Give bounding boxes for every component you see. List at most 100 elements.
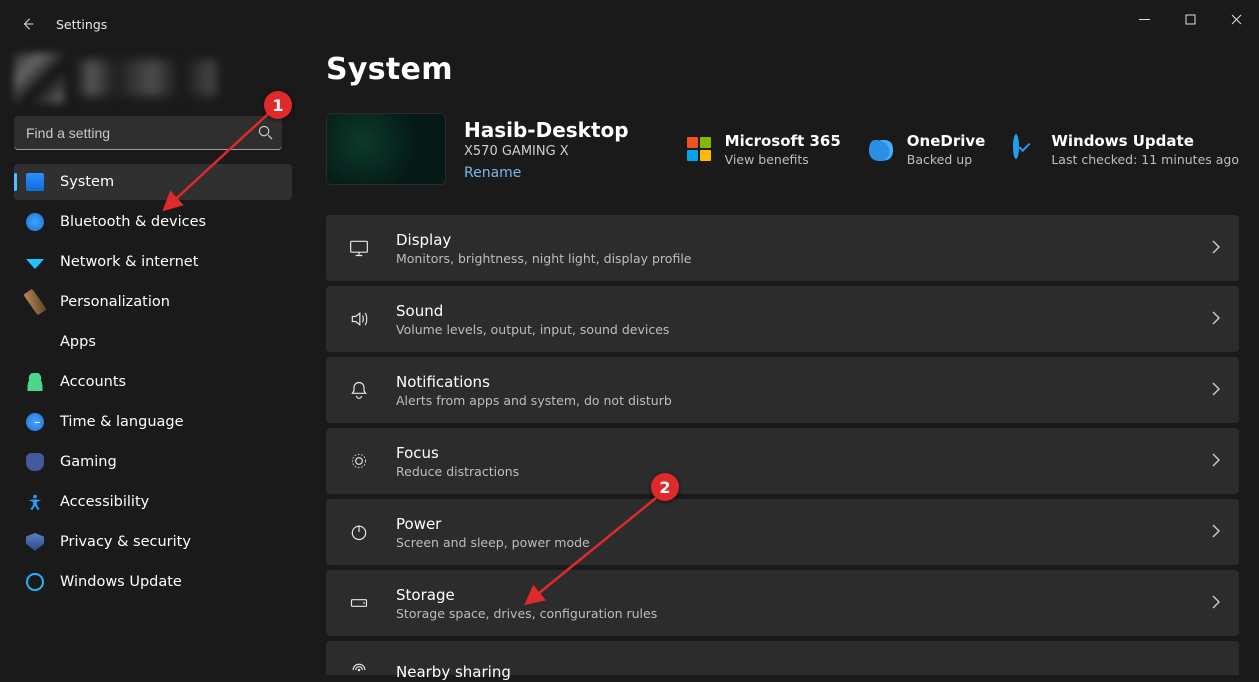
search-input[interactable] [14, 125, 248, 141]
sidebar-item-label: Windows Update [60, 574, 182, 590]
sidebar-item-bluetooth[interactable]: Bluetooth & devices [14, 204, 292, 240]
settings-item-notifications[interactable]: Notifications Alerts from apps and syste… [326, 357, 1239, 423]
minimize-button[interactable] [1121, 0, 1167, 38]
settings-item-focus[interactable]: Focus Reduce distractions [326, 428, 1239, 494]
status-title: Microsoft 365 [725, 132, 841, 150]
sidebar-item-label: Accounts [60, 374, 126, 390]
settings-item-title: Storage [396, 586, 657, 604]
sidebar-item-label: Privacy & security [60, 534, 191, 550]
user-name-blurred [76, 60, 216, 96]
user-profile[interactable] [14, 48, 296, 108]
minimize-icon [1139, 14, 1150, 25]
status-title: OneDrive [907, 132, 986, 150]
onedrive-icon [869, 137, 893, 161]
status-onedrive[interactable]: OneDrive Backed up [869, 132, 986, 167]
chevron-right-icon [1211, 452, 1221, 471]
settings-item-desc: Volume levels, output, input, sound devi… [396, 322, 669, 337]
settings-item-storage[interactable]: Storage Storage space, drives, configura… [326, 570, 1239, 636]
rename-link[interactable]: Rename [464, 165, 521, 181]
search-box[interactable] [14, 116, 282, 150]
desktop-wallpaper-thumbnail [326, 113, 446, 185]
sidebar-item-label: Accessibility [60, 494, 149, 510]
power-icon [348, 521, 370, 543]
status-windows-update[interactable]: Windows Update Last checked: 11 minutes … [1013, 132, 1239, 167]
device-name: Hasib-Desktop [464, 118, 629, 142]
settings-item-title: Nearby sharing [396, 663, 511, 681]
sidebar-item-privacy[interactable]: Privacy & security [14, 524, 292, 560]
shield-icon [26, 533, 44, 551]
maximize-button[interactable] [1167, 0, 1213, 38]
device-meta: Hasib-Desktop X570 GAMING X Rename [464, 118, 629, 181]
main-content: System Hasib-Desktop X570 GAMING X Renam… [326, 52, 1239, 682]
title-bar: Settings [0, 0, 1259, 48]
sidebar-item-label: Time & language [60, 414, 184, 430]
apps-icon [26, 333, 44, 351]
sidebar-item-network[interactable]: Network & internet [14, 244, 292, 280]
sidebar-item-accessibility[interactable]: Accessibility [14, 484, 292, 520]
sidebar-item-label: Gaming [60, 454, 117, 470]
chevron-right-icon [1211, 523, 1221, 542]
sidebar-item-personalization[interactable]: Personalization [14, 284, 292, 320]
bluetooth-icon [26, 213, 44, 231]
settings-item-title: Display [396, 231, 691, 249]
update-icon [26, 573, 44, 591]
clock-icon [26, 413, 44, 431]
system-icon [26, 173, 44, 191]
game-controller-icon [26, 453, 44, 471]
chevron-right-icon [1211, 381, 1221, 400]
sound-icon [348, 308, 370, 330]
sidebar-item-label: Apps [60, 334, 96, 350]
close-icon [1231, 14, 1242, 25]
status-desc: Last checked: 11 minutes ago [1051, 152, 1239, 167]
sidebar: System Bluetooth & devices Network & int… [0, 48, 300, 682]
search-icon [258, 125, 273, 140]
sidebar-item-update[interactable]: Windows Update [14, 564, 292, 600]
settings-item-desc: Monitors, brightness, night light, displ… [396, 251, 691, 266]
back-button[interactable] [18, 14, 38, 34]
window-controls [1121, 0, 1259, 38]
sidebar-item-time[interactable]: Time & language [14, 404, 292, 440]
nearby-sharing-icon [348, 659, 370, 681]
microsoft-365-icon [687, 137, 711, 161]
device-model: X570 GAMING X [464, 144, 629, 159]
settings-item-desc: Screen and sleep, power mode [396, 535, 590, 550]
system-header-row: Hasib-Desktop X570 GAMING X Rename Micro… [326, 113, 1239, 185]
device-info[interactable]: Hasib-Desktop X570 GAMING X Rename [326, 113, 629, 185]
sidebar-item-label: Network & internet [60, 254, 198, 270]
chevron-right-icon [1211, 594, 1221, 613]
settings-item-power[interactable]: Power Screen and sleep, power mode [326, 499, 1239, 565]
brush-icon [23, 289, 46, 316]
window-title: Settings [56, 17, 107, 32]
status-m365[interactable]: Microsoft 365 View benefits [687, 132, 841, 167]
sidebar-item-accounts[interactable]: Accounts [14, 364, 292, 400]
settings-item-title: Sound [396, 302, 669, 320]
settings-item-nearby-sharing[interactable]: Nearby sharing [326, 641, 1239, 675]
settings-list: Display Monitors, brightness, night ligh… [326, 215, 1239, 675]
settings-item-sound[interactable]: Sound Volume levels, output, input, soun… [326, 286, 1239, 352]
page-title: System [326, 52, 1239, 87]
maximize-icon [1185, 14, 1196, 25]
search-button[interactable] [248, 116, 282, 150]
sidebar-item-apps[interactable]: Apps [14, 324, 292, 360]
chevron-right-icon [1211, 239, 1221, 258]
accessibility-icon [26, 493, 44, 511]
bell-icon [348, 379, 370, 401]
wifi-icon [26, 253, 44, 271]
display-icon [348, 237, 370, 259]
settings-item-desc: Alerts from apps and system, do not dist… [396, 393, 672, 408]
close-button[interactable] [1213, 0, 1259, 38]
status-title: Windows Update [1051, 132, 1239, 150]
chevron-right-icon [1211, 310, 1221, 329]
sidebar-item-label: System [60, 174, 114, 190]
arrow-left-icon [21, 17, 35, 31]
status-desc: View benefits [725, 152, 841, 167]
windows-update-icon [1013, 137, 1037, 161]
settings-item-title: Focus [396, 444, 519, 462]
sidebar-item-label: Bluetooth & devices [60, 214, 206, 230]
sidebar-item-gaming[interactable]: Gaming [14, 444, 292, 480]
person-icon [26, 373, 44, 391]
settings-item-display[interactable]: Display Monitors, brightness, night ligh… [326, 215, 1239, 281]
sidebar-item-label: Personalization [60, 294, 170, 310]
sidebar-item-system[interactable]: System [14, 164, 292, 200]
settings-item-desc: Reduce distractions [396, 464, 519, 479]
